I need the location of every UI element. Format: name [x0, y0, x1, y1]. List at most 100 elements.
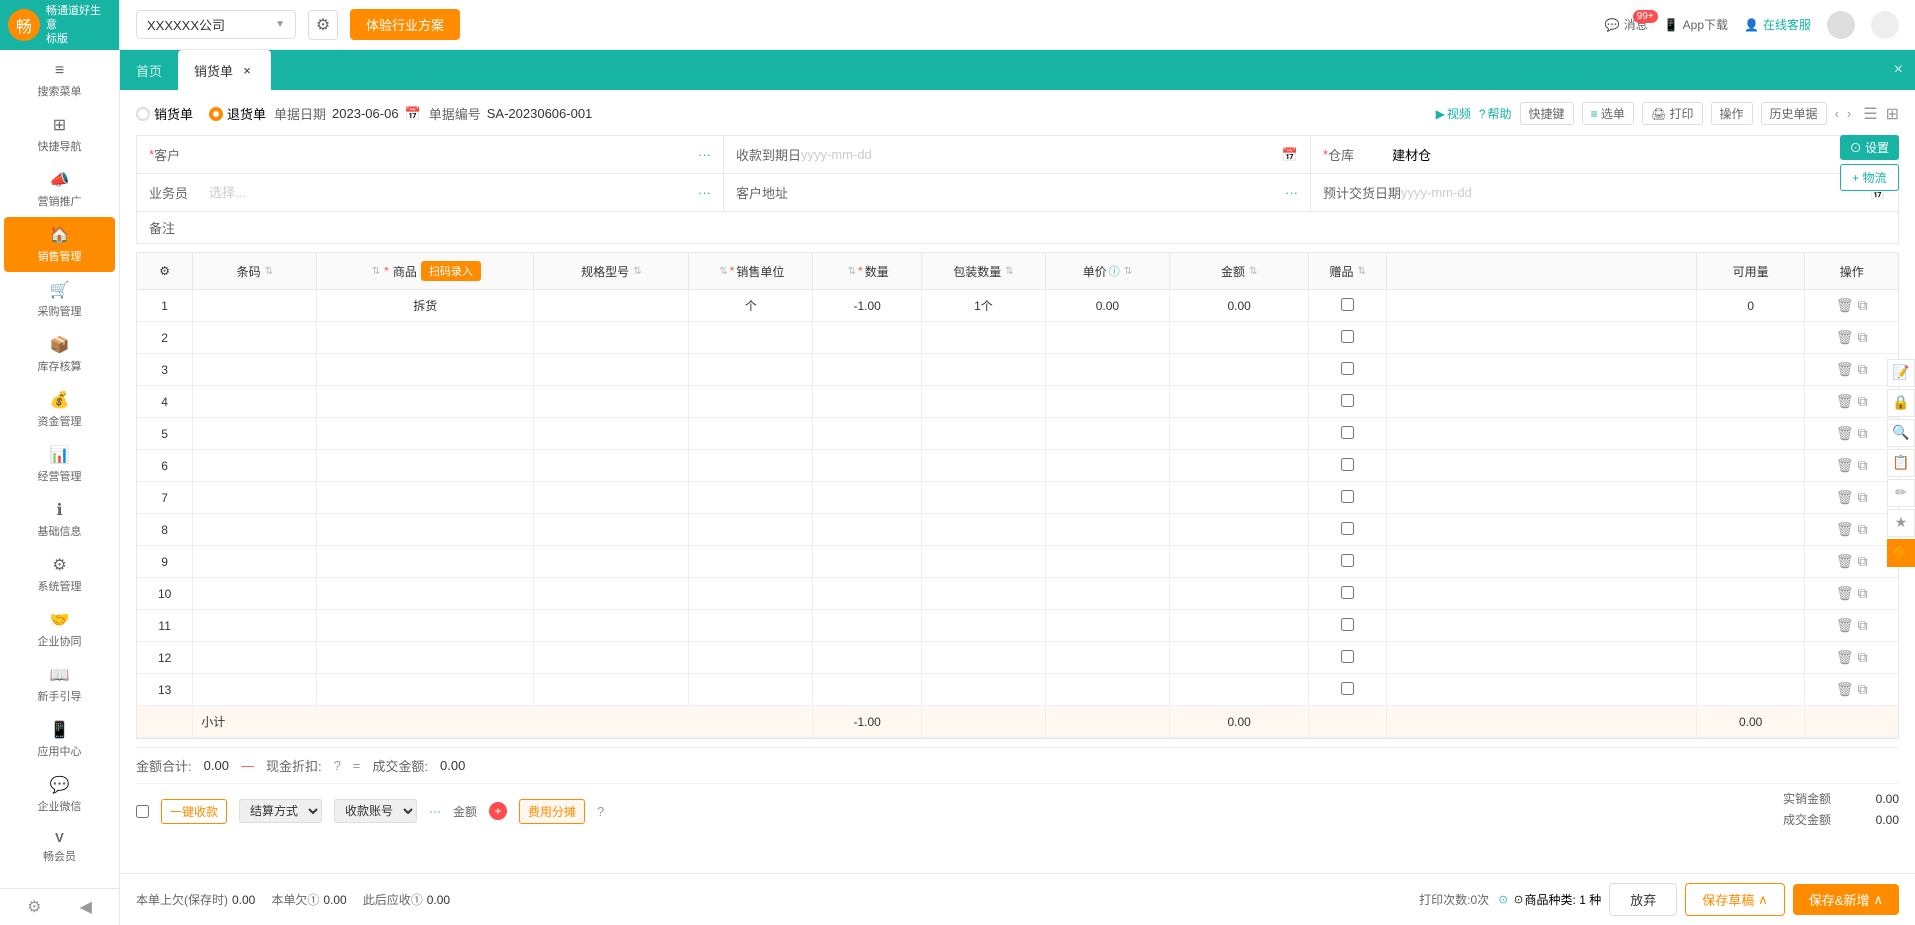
gift-checkbox[interactable]	[1341, 522, 1354, 535]
gift-checkbox[interactable]	[1341, 554, 1354, 567]
sidebar-item-guide[interactable]: 📖 新手引导	[0, 657, 119, 712]
delete-row-icon[interactable]: 🗑	[1836, 521, 1854, 538]
customer-input[interactable]	[214, 147, 696, 162]
rt-btn-7[interactable]: 🔶	[1887, 539, 1915, 567]
video-link[interactable]: ▶ 视频	[1436, 105, 1471, 122]
tab-home[interactable]: 首页	[120, 50, 178, 90]
gift-checkbox[interactable]	[1341, 682, 1354, 695]
history-btn[interactable]: 历史单据	[1761, 102, 1827, 125]
copy-row-icon[interactable]: ⧉	[1858, 457, 1868, 474]
gift-sort[interactable]: ⇅	[1357, 266, 1365, 277]
sidebar-collapse-icon[interactable]: ◀	[80, 897, 92, 917]
gift-checkbox[interactable]	[1341, 490, 1354, 503]
user-avatar2[interactable]	[1871, 11, 1899, 39]
qty-sort[interactable]: ⇅	[848, 266, 856, 277]
delete-row-icon[interactable]: 🗑	[1836, 681, 1854, 698]
gift-checkbox[interactable]	[1341, 458, 1354, 471]
sidebar-item-appstore[interactable]: 📱 应用中心	[0, 712, 119, 767]
delete-row-icon[interactable]: 🗑	[1836, 649, 1854, 666]
unit-sort[interactable]: ⇅	[719, 266, 727, 277]
remark-input[interactable]	[183, 220, 1886, 235]
price-info-icon[interactable]: ⓘ	[1109, 263, 1120, 279]
delete-row-icon[interactable]: 🗑	[1836, 393, 1854, 410]
delete-row-icon[interactable]: 🗑	[1836, 329, 1854, 346]
sidebar-item-finance[interactable]: 💰 资金管理	[0, 382, 119, 437]
user-avatar[interactable]	[1827, 11, 1855, 39]
expected-date-input[interactable]	[1401, 185, 1868, 200]
gift-checkbox[interactable]	[1341, 426, 1354, 439]
sidebar-item-wechat[interactable]: 💬 企业微信	[0, 767, 119, 822]
customer-addr-dots[interactable]: ···	[1285, 185, 1298, 200]
copy-row-icon[interactable]: ⧉	[1858, 425, 1868, 442]
gift-checkbox[interactable]	[1341, 362, 1354, 375]
row-qty[interactable]: -1.00	[813, 290, 922, 322]
gift-checkbox[interactable]	[1341, 330, 1354, 343]
copy-row-icon[interactable]: ⧉	[1858, 617, 1868, 634]
discard-btn[interactable]: 放弃	[1609, 883, 1677, 916]
account-dots[interactable]: ···	[429, 804, 441, 818]
app-download-button[interactable]: 📱 App下载	[1664, 16, 1728, 33]
copy-row-icon[interactable]: ⧉	[1858, 521, 1868, 538]
rt-btn-1[interactable]: 📝	[1887, 359, 1915, 387]
row-product[interactable]: 拆货	[317, 290, 534, 322]
delete-row-icon[interactable]: 🗑	[1836, 617, 1854, 634]
receipt-date-input[interactable]	[801, 147, 1280, 162]
nav-prev-btn[interactable]: ‹	[1835, 106, 1839, 121]
customer-addr-input[interactable]	[796, 185, 1283, 200]
shortcut-btn[interactable]: 快捷键	[1520, 102, 1574, 125]
product-sort[interactable]: ⇅	[372, 266, 380, 277]
discount-help-icon[interactable]: ?	[334, 758, 341, 773]
settings-button[interactable]: ⚙	[308, 10, 338, 40]
one-click-btn[interactable]: 一键收款	[161, 799, 227, 824]
rt-btn-5[interactable]: ✏	[1887, 479, 1915, 507]
copy-row-icon[interactable]: ⧉	[1858, 361, 1868, 378]
sidebar-item-enterprise[interactable]: 🤝 企业协同	[0, 602, 119, 657]
settings-form-btn[interactable]: ⊙ 设置	[1840, 135, 1899, 160]
sidebar-item-basic[interactable]: ℹ 基础信息	[0, 492, 119, 547]
help-link[interactable]: ? 帮助	[1479, 105, 1512, 122]
sidebar-item-purchase[interactable]: 🛒 采购管理	[0, 272, 119, 327]
copy-row-icon[interactable]: ⧉	[1858, 681, 1868, 698]
copy-row-icon[interactable]: ⧉	[1858, 393, 1868, 410]
save-draft-btn[interactable]: 保存草稿 ∧	[1685, 883, 1785, 916]
company-selector[interactable]: XXXXXX公司 ▼	[136, 10, 296, 39]
list-view-icon[interactable]: ☰	[1863, 104, 1877, 124]
rt-btn-2[interactable]: 🔒	[1887, 389, 1915, 417]
row-pkgqty[interactable]: 1个	[921, 290, 1045, 322]
radio-sales[interactable]: 销货单	[136, 104, 193, 123]
fee-help-icon[interactable]: ?	[597, 804, 604, 819]
sidebar-item-sales[interactable]: 🏠 销售管理	[4, 217, 115, 272]
copy-row-icon[interactable]: ⧉	[1858, 553, 1868, 570]
sidebar-item-nav[interactable]: ⊞ 快捷导航	[0, 107, 119, 162]
delete-row-icon[interactable]: 🗑	[1836, 489, 1854, 506]
delete-row-icon[interactable]: 🗑	[1836, 553, 1854, 570]
tab-sales[interactable]: 销货单 ×	[178, 50, 271, 90]
grid-view-icon[interactable]: ⊞	[1886, 104, 1899, 124]
delete-row-icon[interactable]: 🗑	[1836, 297, 1854, 314]
delete-row-icon[interactable]: 🗑	[1836, 457, 1854, 474]
copy-row-icon[interactable]: ⧉	[1858, 329, 1868, 346]
delete-row-icon[interactable]: 🗑	[1836, 361, 1854, 378]
delete-row-icon[interactable]: 🗑	[1836, 425, 1854, 442]
fee-split-btn[interactable]: 费用分摊	[519, 799, 585, 824]
copy-row-icon[interactable]: ⧉	[1858, 585, 1868, 602]
salesperson-dots[interactable]: ···	[698, 185, 711, 200]
print-btn[interactable]: 🖨 打印	[1642, 102, 1703, 125]
nav-next-btn[interactable]: ›	[1847, 106, 1851, 121]
row-unit[interactable]: 个	[689, 290, 813, 322]
salesperson-input[interactable]	[209, 185, 696, 200]
sidebar-item-inventory[interactable]: 📦 库存核算	[0, 327, 119, 382]
rt-btn-4[interactable]: 📋	[1887, 449, 1915, 477]
rt-btn-3[interactable]: 🔍	[1887, 419, 1915, 447]
pkgqty-sort[interactable]: ⇅	[1005, 266, 1013, 277]
payment-method-select[interactable]: 结算方式	[239, 799, 322, 823]
gift-checkbox[interactable]	[1341, 298, 1354, 311]
message-button[interactable]: 💬 消息 99+	[1605, 16, 1648, 33]
sidebar-item-marketing[interactable]: 📣 营销推广	[0, 162, 119, 217]
copy-row-icon[interactable]: ⧉	[1858, 297, 1868, 314]
receipt-date-cal-icon[interactable]: 📅	[1282, 147, 1298, 163]
row-amount[interactable]: 0.00	[1169, 290, 1309, 322]
gift-checkbox[interactable]	[1341, 618, 1354, 631]
copy-row-icon[interactable]: ⧉	[1858, 489, 1868, 506]
rt-btn-6[interactable]: ★	[1887, 509, 1915, 537]
